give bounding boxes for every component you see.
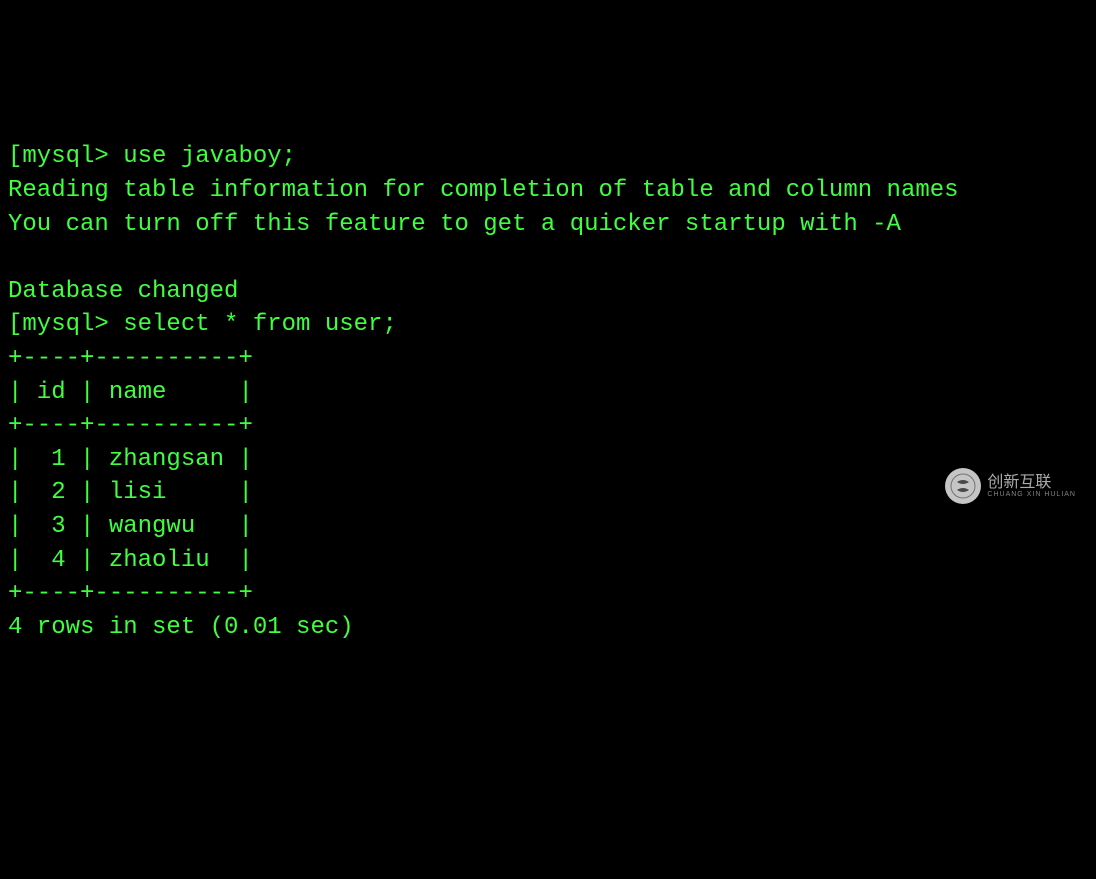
watermark: 创新互联 CHUANG XIN HULIAN	[945, 468, 1076, 504]
watermark-sub: CHUANG XIN HULIAN	[987, 491, 1076, 498]
watermark-logo-icon	[945, 468, 981, 504]
watermark-text: 创新互联 CHUANG XIN HULIAN	[987, 475, 1076, 498]
watermark-main: 创新互联	[987, 475, 1076, 491]
terminal-output[interactable]: [mysql> use javaboy; Reading table infor…	[8, 140, 1088, 644]
